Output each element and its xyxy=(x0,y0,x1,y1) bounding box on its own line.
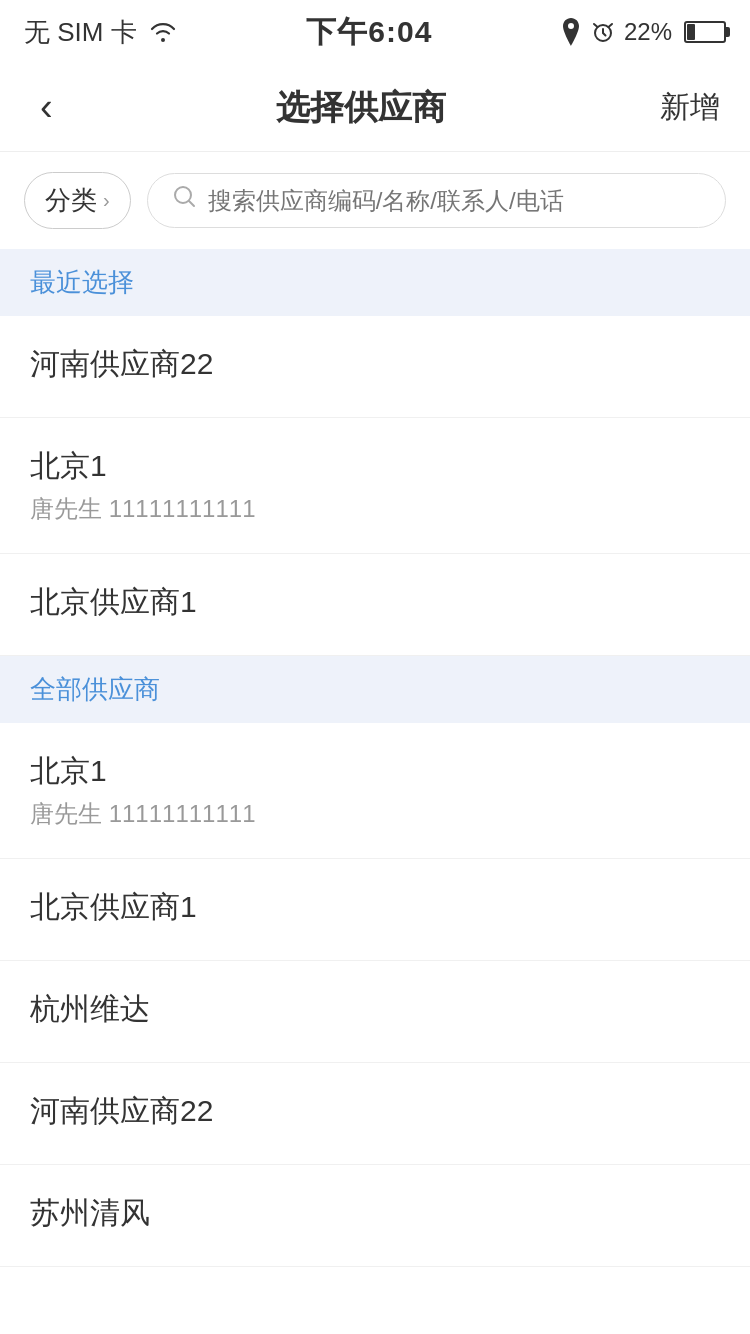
item-sub: 唐先生 11111111111 xyxy=(30,493,720,525)
item-name: 苏州清风 xyxy=(30,1193,720,1234)
status-bar: 无 SIM 卡 下午6:04 22% xyxy=(0,0,750,64)
category-label: 分类 xyxy=(45,183,97,218)
status-time: 下午6:04 xyxy=(306,12,432,53)
battery-percentage: 22% xyxy=(624,18,672,46)
list-item[interactable]: 北京1 唐先生 11111111111 xyxy=(0,723,750,859)
item-sub: 唐先生 11111111111 xyxy=(30,798,720,830)
item-name: 北京供应商1 xyxy=(30,887,720,928)
search-icon xyxy=(172,184,198,217)
list-item[interactable]: 北京供应商1 xyxy=(0,554,750,656)
item-name: 杭州维达 xyxy=(30,989,720,1030)
list-item[interactable]: 河南供应商22 xyxy=(0,1063,750,1165)
location-icon xyxy=(560,18,582,46)
search-input[interactable] xyxy=(208,187,701,215)
page-title: 选择供应商 xyxy=(276,85,446,131)
battery-icon xyxy=(684,21,726,43)
item-name: 北京1 xyxy=(30,446,720,487)
chevron-right-icon: › xyxy=(103,189,110,212)
item-name: 北京供应商1 xyxy=(30,582,720,623)
category-filter-button[interactable]: 分类 › xyxy=(24,172,131,229)
list-item[interactable]: 北京供应商1 xyxy=(0,859,750,961)
item-name: 河南供应商22 xyxy=(30,344,720,385)
list-item[interactable]: 河南供应商22 xyxy=(0,316,750,418)
status-left: 无 SIM 卡 xyxy=(24,15,179,50)
status-right: 22% xyxy=(560,18,726,46)
new-button[interactable]: 新增 xyxy=(660,87,720,128)
all-section-header: 全部供应商 xyxy=(0,656,750,723)
recent-items-list: 河南供应商22 北京1 唐先生 11111111111 北京供应商1 xyxy=(0,316,750,656)
list-item[interactable]: 苏州清风 xyxy=(0,1165,750,1267)
item-name: 北京1 xyxy=(30,751,720,792)
search-box xyxy=(147,173,726,228)
alarm-icon xyxy=(590,19,616,45)
carrier-label: 无 SIM 卡 xyxy=(24,15,137,50)
back-button[interactable]: ‹ xyxy=(30,76,63,139)
wifi-icon xyxy=(147,20,179,44)
recent-section-header: 最近选择 xyxy=(0,249,750,316)
search-row: 分类 › xyxy=(0,152,750,249)
nav-bar: ‹ 选择供应商 新增 xyxy=(0,64,750,152)
list-item[interactable]: 杭州维达 xyxy=(0,961,750,1063)
list-item[interactable]: 北京1 唐先生 11111111111 xyxy=(0,418,750,554)
item-name: 河南供应商22 xyxy=(30,1091,720,1132)
all-items-list: 北京1 唐先生 11111111111 北京供应商1 杭州维达 河南供应商22 … xyxy=(0,723,750,1267)
